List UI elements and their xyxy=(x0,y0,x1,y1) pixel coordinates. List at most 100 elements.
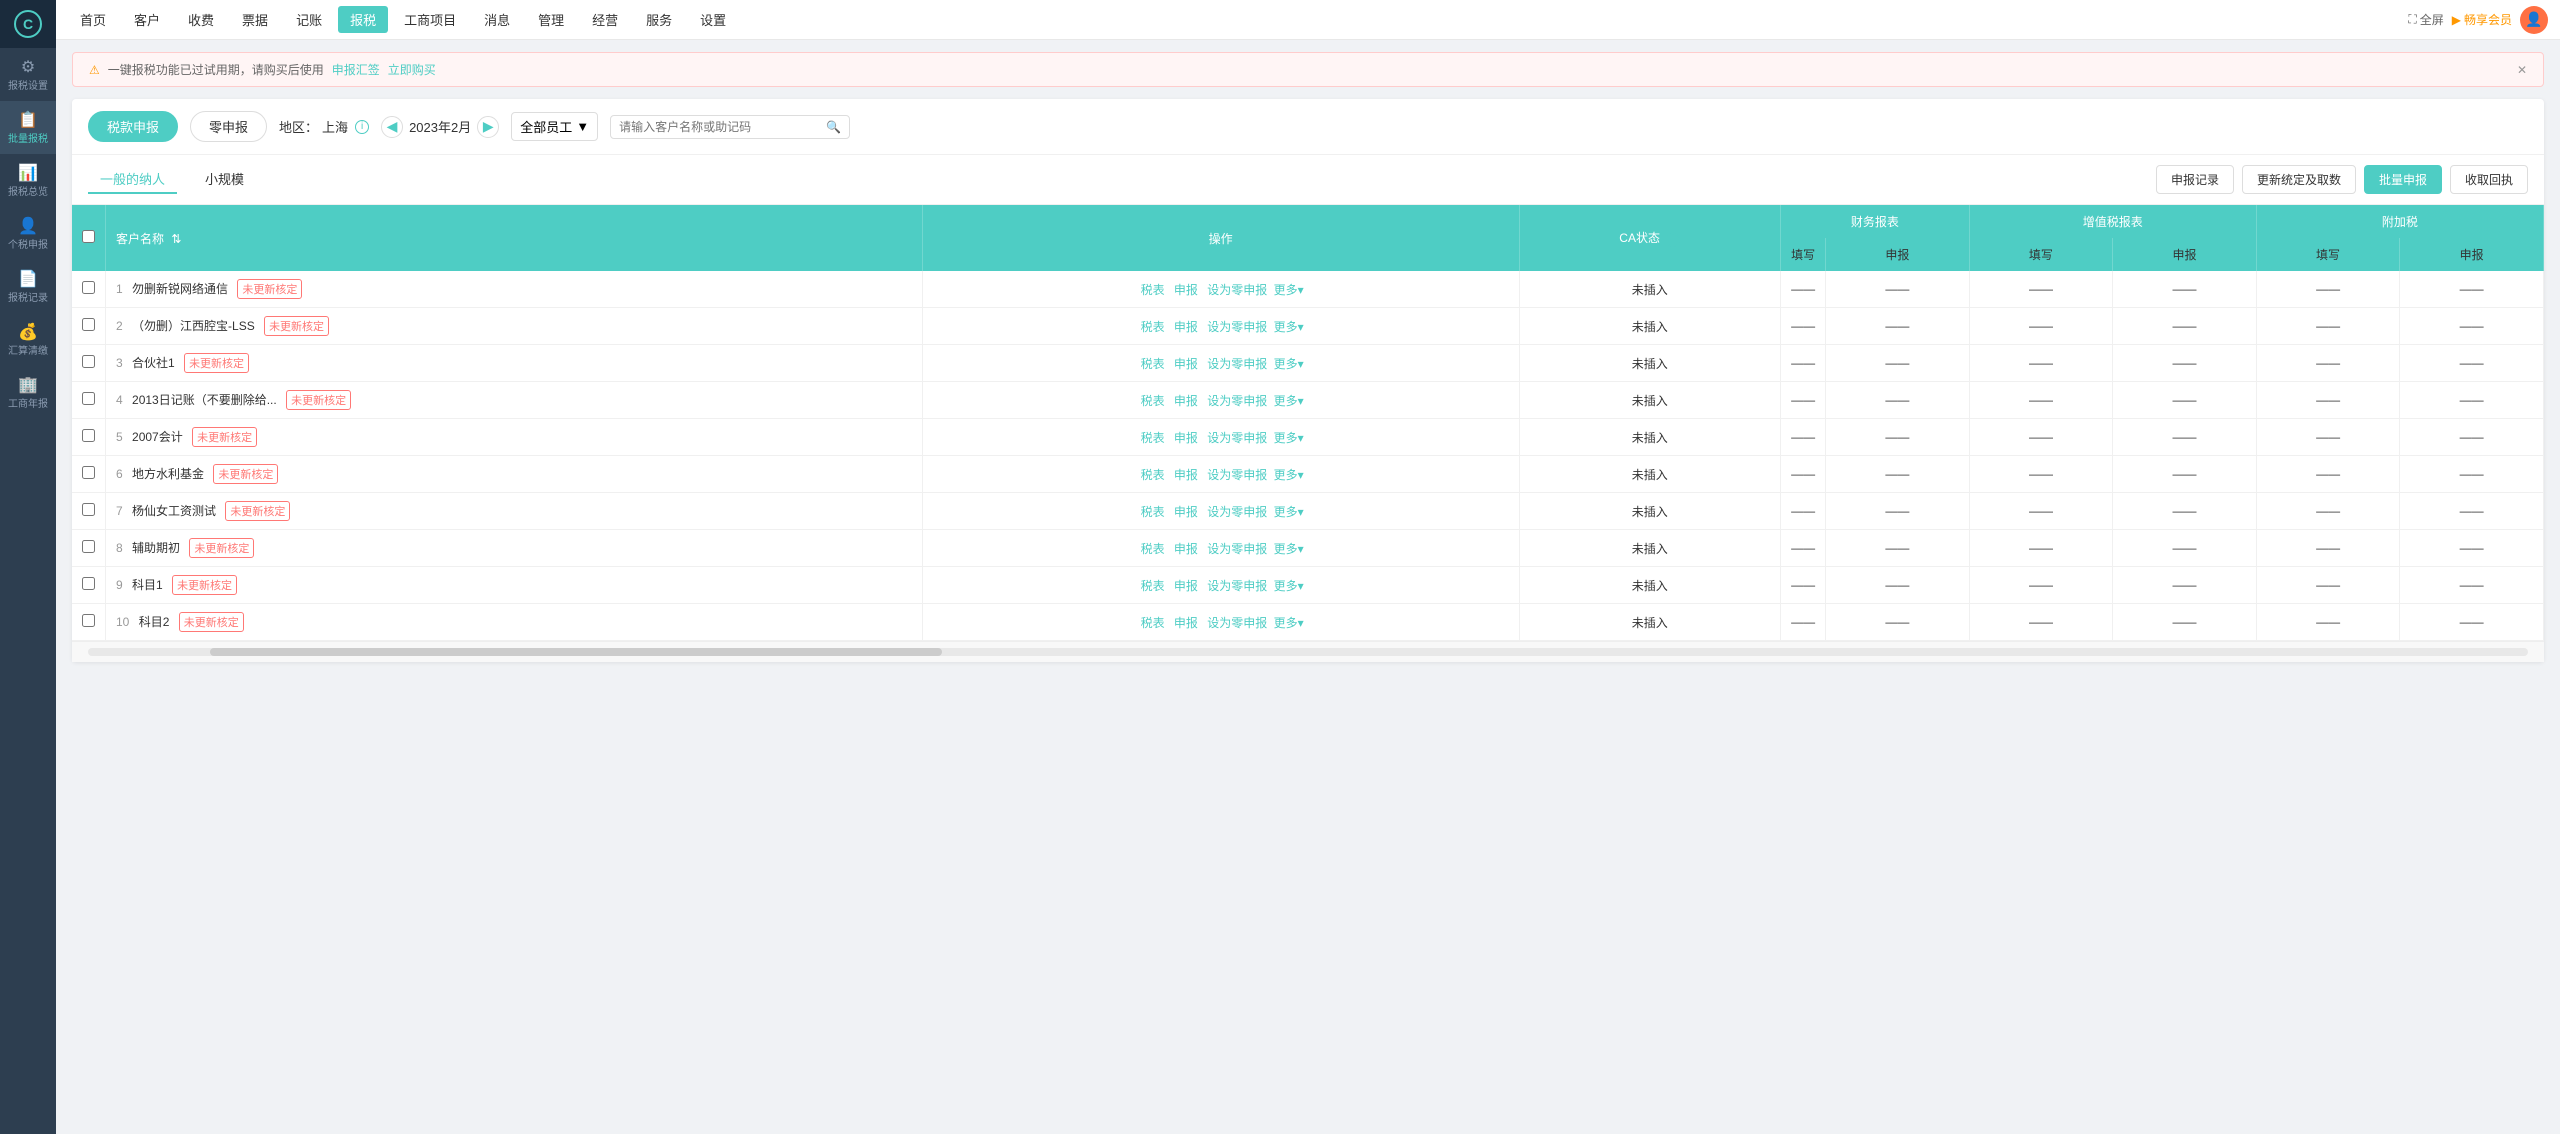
notice-close-button[interactable]: ✕ xyxy=(2517,63,2527,77)
row-add-fill: —— xyxy=(2256,493,2400,530)
tab-zero-declaration[interactable]: 零申报 xyxy=(190,111,267,142)
upgrade-button[interactable]: ▶ 畅享会员 xyxy=(2452,11,2512,28)
op-zero-declare-link[interactable]: 设为零申报 xyxy=(1207,542,1267,556)
row-checkbox[interactable] xyxy=(82,466,95,479)
op-tax-table-link[interactable]: 税表 xyxy=(1141,468,1165,482)
op-declare-link[interactable]: 申报 xyxy=(1174,283,1198,297)
op-tax-table-link[interactable]: 税表 xyxy=(1141,579,1165,593)
op-declare-link[interactable]: 申报 xyxy=(1174,357,1198,371)
op-more-link[interactable]: 更多▾ xyxy=(1274,542,1304,556)
op-tax-table-link[interactable]: 税表 xyxy=(1141,357,1165,371)
sidebar-item-tax-overview[interactable]: 📊 报税总览 xyxy=(0,154,56,207)
op-tax-table-link[interactable]: 税表 xyxy=(1141,431,1165,445)
nav-invoices[interactable]: 票据 xyxy=(230,6,280,33)
nav-operations[interactable]: 经营 xyxy=(580,6,630,33)
select-all-checkbox[interactable] xyxy=(82,230,95,243)
row-checkbox[interactable] xyxy=(82,429,95,442)
op-declare-link[interactable]: 申报 xyxy=(1174,579,1198,593)
op-declare-link[interactable]: 申报 xyxy=(1174,394,1198,408)
op-declare-link[interactable]: 申报 xyxy=(1174,505,1198,519)
notice-link1[interactable]: 申报汇签 xyxy=(332,61,380,78)
row-checkbox[interactable] xyxy=(82,392,95,405)
search-icon[interactable]: 🔍 xyxy=(826,120,841,134)
op-declare-link[interactable]: 申报 xyxy=(1174,468,1198,482)
nav-accounting[interactable]: 记账 xyxy=(284,6,334,33)
op-tax-table-link[interactable]: 税表 xyxy=(1141,505,1165,519)
op-more-link[interactable]: 更多▾ xyxy=(1274,431,1304,445)
taxpayer-tab-small[interactable]: 小规模 xyxy=(193,165,256,194)
op-more-link[interactable]: 更多▾ xyxy=(1274,283,1304,297)
op-zero-declare-link[interactable]: 设为零申报 xyxy=(1207,505,1267,519)
sidebar-item-business-annual[interactable]: 🏢 工商年报 xyxy=(0,366,56,419)
op-declare-link[interactable]: 申报 xyxy=(1174,320,1198,334)
retrieve-receipt-button[interactable]: 收取回执 xyxy=(2450,165,2528,194)
nav-customers[interactable]: 客户 xyxy=(122,6,172,33)
op-zero-declare-link[interactable]: 设为零申报 xyxy=(1207,394,1267,408)
op-tax-table-link[interactable]: 税表 xyxy=(1141,320,1165,334)
staff-selector[interactable]: 全部员工 ▼ xyxy=(511,112,598,141)
nav-billing[interactable]: 收费 xyxy=(176,6,226,33)
nav-business[interactable]: 工商项目 xyxy=(392,6,468,33)
op-zero-declare-link[interactable]: 设为零申报 xyxy=(1207,357,1267,371)
update-settings-button[interactable]: 更新统定及取数 xyxy=(2242,165,2356,194)
search-input[interactable] xyxy=(619,120,822,134)
row-checkbox[interactable] xyxy=(82,614,95,627)
notice-link2[interactable]: 立即购买 xyxy=(388,61,436,78)
op-more-link[interactable]: 更多▾ xyxy=(1274,357,1304,371)
sidebar-item-tax-settings[interactable]: ⚙ 报税设置 xyxy=(0,48,56,101)
row-ca-status: 未插入 xyxy=(1519,271,1781,308)
nav-home[interactable]: 首页 xyxy=(68,6,118,33)
scroll-bar-thumb[interactable] xyxy=(210,648,942,656)
row-checkbox[interactable] xyxy=(82,318,95,331)
name-sort-icon[interactable]: ⇅ xyxy=(171,232,181,246)
row-checkbox[interactable] xyxy=(82,577,95,590)
row-checkbox-cell xyxy=(72,308,106,345)
op-tax-table-link[interactable]: 税表 xyxy=(1141,283,1165,297)
sidebar-item-tax-records[interactable]: 📄 报税记录 xyxy=(0,260,56,313)
op-declare-link[interactable]: 申报 xyxy=(1174,542,1198,556)
op-zero-declare-link[interactable]: 设为零申报 xyxy=(1207,579,1267,593)
op-declare-link[interactable]: 申报 xyxy=(1174,616,1198,630)
avatar[interactable]: 👤 xyxy=(2520,6,2548,34)
op-zero-declare-link[interactable]: 设为零申报 xyxy=(1207,320,1267,334)
op-more-link[interactable]: 更多▾ xyxy=(1274,505,1304,519)
location-label: 地区： xyxy=(279,117,318,136)
fullscreen-button[interactable]: ⛶ 全屏 xyxy=(2408,11,2443,28)
nav-services[interactable]: 服务 xyxy=(634,6,684,33)
nav-tax[interactable]: 报税 xyxy=(338,6,388,33)
op-more-link[interactable]: 更多▾ xyxy=(1274,468,1304,482)
op-declare-link[interactable]: 申报 xyxy=(1174,431,1198,445)
op-more-link[interactable]: 更多▾ xyxy=(1274,320,1304,334)
op-more-link[interactable]: 更多▾ xyxy=(1274,579,1304,593)
row-checkbox[interactable] xyxy=(82,355,95,368)
op-more-link[interactable]: 更多▾ xyxy=(1274,616,1304,630)
op-zero-declare-link[interactable]: 设为零申报 xyxy=(1207,468,1267,482)
op-zero-declare-link[interactable]: 设为零申报 xyxy=(1207,431,1267,445)
sidebar-item-batch-tax[interactable]: 📋 批量报税 xyxy=(0,101,56,154)
op-zero-declare-link[interactable]: 设为零申报 xyxy=(1207,616,1267,630)
op-tax-table-link[interactable]: 税表 xyxy=(1141,394,1165,408)
op-tax-table-link[interactable]: 税表 xyxy=(1141,616,1165,630)
op-zero-declare-link[interactable]: 设为零申报 xyxy=(1207,283,1267,297)
location-info-icon[interactable]: i xyxy=(355,120,369,134)
date-prev-button[interactable]: ◀ xyxy=(381,116,403,138)
op-more-link[interactable]: 更多▾ xyxy=(1274,394,1304,408)
ca-info-icon[interactable]: i xyxy=(1666,233,1680,247)
date-next-button[interactable]: ▶ xyxy=(477,116,499,138)
op-tax-table-link[interactable]: 税表 xyxy=(1141,542,1165,556)
taxpayer-tab-general[interactable]: 一般的纳人 xyxy=(88,165,177,194)
declare-records-button[interactable]: 申报记录 xyxy=(2156,165,2234,194)
row-checkbox[interactable] xyxy=(82,281,95,294)
nav-management[interactable]: 管理 xyxy=(526,6,576,33)
sidebar-item-annual-settlement[interactable]: 💰 汇算清缴 xyxy=(0,313,56,366)
row-add-declare: —— xyxy=(2400,567,2544,604)
batch-declare-button[interactable]: 批量申报 xyxy=(2364,165,2442,194)
row-checkbox[interactable] xyxy=(82,540,95,553)
row-finance-fill: —— xyxy=(1781,382,1826,419)
row-checkbox[interactable] xyxy=(82,503,95,516)
sidebar-item-personal-tax[interactable]: 👤 个税申报 xyxy=(0,207,56,260)
tab-tax-declaration[interactable]: 税款申报 xyxy=(88,111,178,142)
row-finance-fill: —— xyxy=(1781,345,1826,382)
nav-settings[interactable]: 设置 xyxy=(688,6,738,33)
nav-messages[interactable]: 消息 xyxy=(472,6,522,33)
